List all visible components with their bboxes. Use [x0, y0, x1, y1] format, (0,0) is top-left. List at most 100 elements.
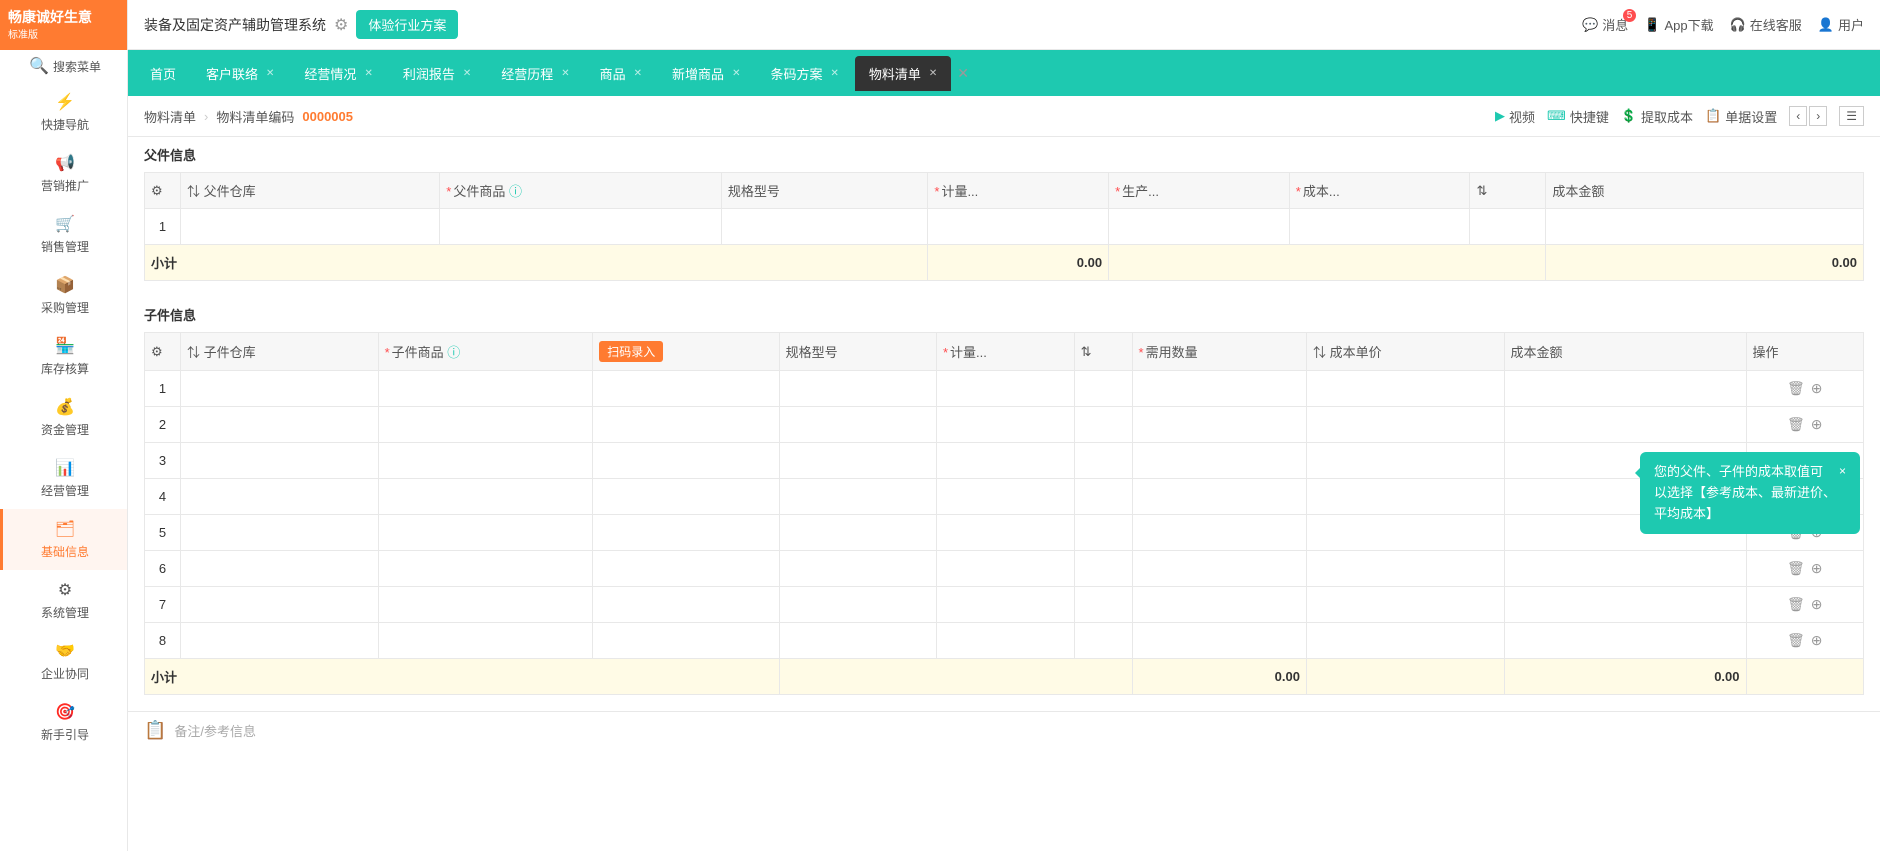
nav-prev-button[interactable]: ‹ [1789, 106, 1807, 126]
cell-unit-cost[interactable] [1306, 623, 1504, 659]
cell-qty[interactable] [1132, 407, 1306, 443]
copy-icon[interactable]: ⊕ [1811, 632, 1823, 649]
cell-product[interactable] [378, 623, 593, 659]
cell-product[interactable] [378, 479, 593, 515]
sidebar-item-sales[interactable]: 🛒 销售管理 [0, 204, 127, 265]
cell-extra[interactable] [1074, 479, 1132, 515]
nav-next-button[interactable]: › [1809, 106, 1827, 126]
cell-unit-cost[interactable] [1306, 515, 1504, 551]
cell-unit[interactable] [936, 587, 1074, 623]
cell-unit[interactable] [936, 551, 1074, 587]
scan-button[interactable]: 扫码录入 [599, 341, 663, 362]
cell-warehouse[interactable] [181, 623, 379, 659]
cell-qty[interactable] [1132, 587, 1306, 623]
tab-add-goods[interactable]: 新增商品 ✕ [658, 56, 754, 91]
cell-unit[interactable] [928, 209, 1109, 245]
message-button[interactable]: 💬 消息 5 [1582, 15, 1628, 34]
action-video[interactable]: ▶ 视频 [1495, 107, 1535, 126]
cell-product[interactable] [378, 587, 593, 623]
copy-icon[interactable]: ⊕ [1811, 560, 1823, 577]
tab-close-icon[interactable]: ✕ [463, 68, 471, 79]
cell-unit-cost[interactable] [1306, 551, 1504, 587]
sidebar-item-quick-nav[interactable]: ⚡ 快捷导航 [0, 82, 127, 143]
copy-icon[interactable]: ⊕ [1811, 380, 1823, 397]
tab-operations[interactable]: 经营情况 ✕ [290, 56, 386, 91]
cell-scan[interactable] [593, 515, 779, 551]
settings-button[interactable]: ⚙ [334, 15, 348, 35]
sidebar-item-finance[interactable]: 💰 资金管理 [0, 387, 127, 448]
tab-close-icon[interactable]: ✕ [634, 68, 642, 79]
tab-home[interactable]: 首页 [136, 56, 190, 91]
cell-warehouse[interactable] [181, 443, 379, 479]
cell-scan[interactable] [593, 551, 779, 587]
close-all-button[interactable]: ✕ [957, 65, 969, 82]
cell-cost[interactable] [1289, 209, 1470, 245]
delete-icon[interactable]: 🗑 [1787, 596, 1805, 613]
tab-close-icon[interactable]: ✕ [732, 68, 740, 79]
cell-qty[interactable] [1132, 623, 1306, 659]
tab-bom[interactable]: 物料清单 ✕ [855, 56, 951, 91]
cell-unit[interactable] [936, 371, 1074, 407]
cell-unit-cost[interactable] [1306, 371, 1504, 407]
sidebar-item-enterprise[interactable]: 🤝 企业协同 [0, 631, 127, 692]
sidebar-item-inventory[interactable]: 🏪 库存核算 [0, 326, 127, 387]
app-download-button[interactable]: 📱 App下载 [1644, 15, 1713, 34]
cell-scan[interactable] [593, 443, 779, 479]
cell-product[interactable] [378, 371, 593, 407]
tab-close-icon[interactable]: ✕ [266, 68, 274, 79]
cell-warehouse[interactable] [181, 551, 379, 587]
cell-product[interactable] [378, 407, 593, 443]
cell-spec[interactable] [779, 587, 936, 623]
cell-product[interactable] [378, 443, 593, 479]
sidebar-item-operations[interactable]: 📊 经营管理 [0, 448, 127, 509]
cell-warehouse[interactable] [181, 479, 379, 515]
nav-list-button[interactable]: ☰ [1839, 106, 1864, 126]
action-document-settings[interactable]: 📋 单据设置 [1705, 107, 1777, 126]
cell-unit[interactable] [936, 623, 1074, 659]
copy-icon[interactable]: ⊕ [1811, 416, 1823, 433]
cell-scan[interactable] [593, 623, 779, 659]
sidebar-item-newbie[interactable]: 🎯 新手引导 [0, 692, 127, 753]
delete-icon[interactable]: 🗑 [1787, 560, 1805, 577]
cell-spec[interactable] [779, 551, 936, 587]
cell-spec[interactable] [779, 371, 936, 407]
cell-extra[interactable] [1074, 623, 1132, 659]
cell-qty[interactable] [1132, 371, 1306, 407]
sidebar-item-purchase[interactable]: 📦 采购管理 [0, 265, 127, 326]
delete-icon[interactable]: 🗑 [1787, 632, 1805, 649]
cell-qty[interactable] [1132, 515, 1306, 551]
cell-unit-cost[interactable] [1306, 443, 1504, 479]
cell-unit-cost[interactable] [1306, 479, 1504, 515]
cell-product[interactable] [378, 515, 593, 551]
tab-close-icon[interactable]: ✕ [830, 68, 838, 79]
tab-goods[interactable]: 商品 ✕ [586, 56, 656, 91]
cell-unit[interactable] [936, 515, 1074, 551]
cell-spec[interactable] [779, 407, 936, 443]
cell-spec[interactable] [779, 515, 936, 551]
user-button[interactable]: 👤 用户 [1818, 15, 1864, 34]
cell-scan[interactable] [593, 407, 779, 443]
tab-close-icon[interactable]: ✕ [561, 68, 569, 79]
sidebar-item-system[interactable]: ⚙ 系统管理 [0, 570, 127, 631]
settings-icon[interactable]: ⚙ [151, 344, 163, 359]
cell-scan[interactable] [593, 587, 779, 623]
cell-extra[interactable] [1074, 443, 1132, 479]
cell-qty[interactable] [1132, 551, 1306, 587]
tooltip-close-button[interactable]: × [1839, 462, 1846, 481]
cell-spec[interactable] [779, 479, 936, 515]
tab-history[interactable]: 经营历程 ✕ [487, 56, 583, 91]
tab-close-icon[interactable]: ✕ [929, 68, 937, 79]
cell-extra[interactable] [1470, 209, 1546, 245]
sidebar-item-basic-info[interactable]: 🗂 基础信息 [0, 509, 127, 570]
cell-extra[interactable] [1074, 515, 1132, 551]
copy-icon[interactable]: ⊕ [1811, 596, 1823, 613]
online-service-button[interactable]: 🎧 在线客服 [1730, 15, 1802, 34]
sidebar-item-search[interactable]: 🔍 搜索菜单 [0, 50, 127, 82]
cell-warehouse[interactable] [181, 407, 379, 443]
cell-unit[interactable] [936, 407, 1074, 443]
delete-icon[interactable]: 🗑 [1787, 380, 1805, 397]
trial-button[interactable]: 体验行业方案 [356, 10, 458, 39]
breadcrumb-page[interactable]: 物料清单 [144, 107, 196, 126]
cell-extra[interactable] [1074, 587, 1132, 623]
cell-spec[interactable] [721, 209, 927, 245]
